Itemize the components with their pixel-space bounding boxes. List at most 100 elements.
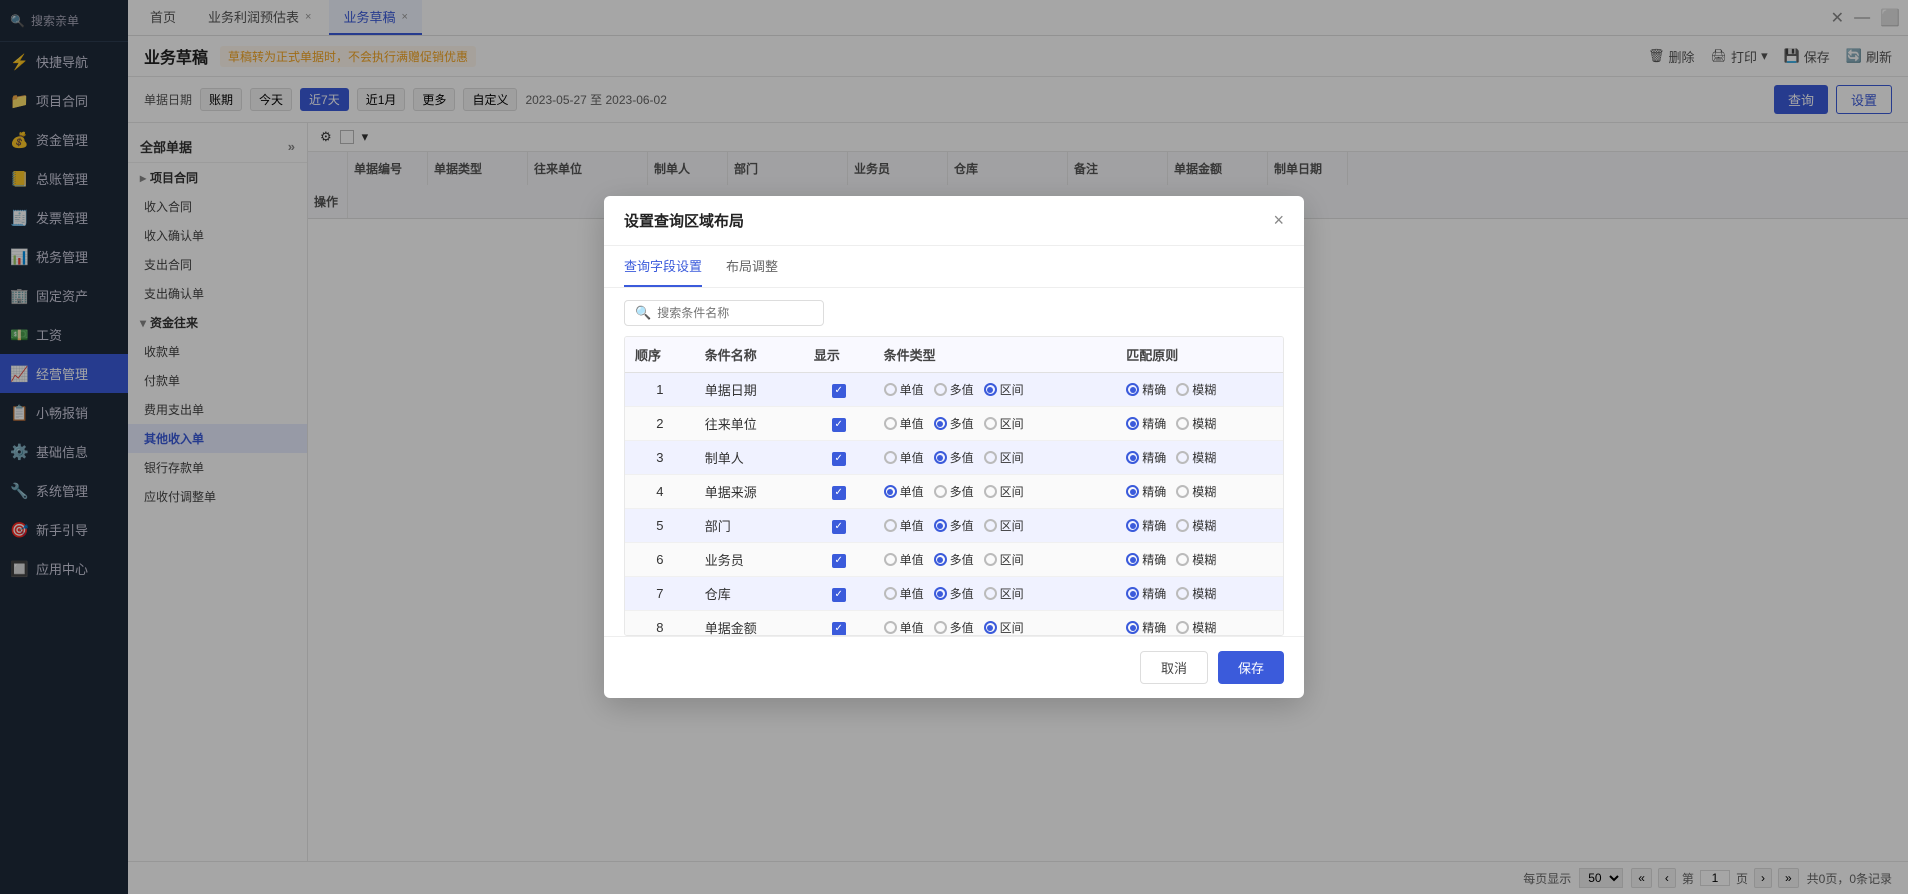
checkbox-icon[interactable] <box>832 554 846 568</box>
row-display-checkbox[interactable] <box>804 441 874 475</box>
radio-circle-icon <box>934 417 947 430</box>
radio-multi[interactable]: 多值 <box>934 449 974 466</box>
radio-circle-icon <box>934 451 947 464</box>
radio-match-exact[interactable]: 精确 <box>1126 381 1166 398</box>
radio-single[interactable]: 单值 <box>884 483 924 500</box>
radio-label: 模糊 <box>1192 483 1216 500</box>
radio-circle-icon <box>884 417 897 430</box>
row-match-rule: 精确模糊 <box>1116 543 1283 577</box>
radio-label: 多值 <box>950 449 974 466</box>
checkbox-icon[interactable] <box>832 588 846 602</box>
radio-range[interactable]: 区间 <box>984 619 1024 636</box>
radio-circle-icon <box>1126 553 1139 566</box>
radio-match-exact[interactable]: 精确 <box>1126 483 1166 500</box>
cancel-button[interactable]: 取消 <box>1140 651 1208 684</box>
radio-label: 模糊 <box>1192 415 1216 432</box>
radio-range[interactable]: 区间 <box>984 517 1024 534</box>
dialog-tab-layout[interactable]: 布局调整 <box>726 246 778 287</box>
row-display-checkbox[interactable] <box>804 407 874 441</box>
radio-range[interactable]: 区间 <box>984 381 1024 398</box>
radio-circle-icon <box>1126 485 1139 498</box>
dialog-tabs: 查询字段设置 布局调整 <box>604 246 1304 288</box>
radio-match-fuzzy[interactable]: 模糊 <box>1176 381 1216 398</box>
radio-range[interactable]: 区间 <box>984 449 1024 466</box>
radio-circle-icon <box>934 553 947 566</box>
row-order: 5 <box>625 509 695 543</box>
row-condition-name: 单据金额 <box>695 611 804 637</box>
radio-range[interactable]: 区间 <box>984 483 1024 500</box>
radio-single[interactable]: 单值 <box>884 585 924 602</box>
radio-circle-icon <box>1176 519 1189 532</box>
row-display-checkbox[interactable] <box>804 611 874 637</box>
radio-match-fuzzy[interactable]: 模糊 <box>1176 483 1216 500</box>
checkbox-icon[interactable] <box>832 418 846 432</box>
radio-label: 区间 <box>1000 381 1024 398</box>
radio-match-fuzzy[interactable]: 模糊 <box>1176 415 1216 432</box>
dialog-search-input[interactable] <box>657 306 807 320</box>
radio-multi[interactable]: 多值 <box>934 517 974 534</box>
checkbox-icon[interactable] <box>832 384 846 398</box>
radio-single[interactable]: 单值 <box>884 381 924 398</box>
radio-match-exact[interactable]: 精确 <box>1126 517 1166 534</box>
row-display-checkbox[interactable] <box>804 509 874 543</box>
radio-label: 区间 <box>1000 483 1024 500</box>
row-order: 4 <box>625 475 695 509</box>
radio-single[interactable]: 单值 <box>884 415 924 432</box>
radio-match-fuzzy[interactable]: 模糊 <box>1176 449 1216 466</box>
row-display-checkbox[interactable] <box>804 577 874 611</box>
radio-multi[interactable]: 多值 <box>934 551 974 568</box>
radio-label: 模糊 <box>1192 449 1216 466</box>
dialog-header: 设置查询区域布局 × <box>604 196 1304 246</box>
save-button[interactable]: 保存 <box>1218 651 1284 684</box>
radio-circle-icon <box>1126 621 1139 634</box>
dialog-close-btn[interactable]: × <box>1273 210 1284 231</box>
radio-circle-icon <box>984 519 997 532</box>
row-order: 8 <box>625 611 695 637</box>
row-match-rule: 精确模糊 <box>1116 611 1283 637</box>
radio-match-fuzzy[interactable]: 模糊 <box>1176 551 1216 568</box>
radio-circle-icon <box>1126 519 1139 532</box>
radio-circle-icon <box>984 417 997 430</box>
radio-multi[interactable]: 多值 <box>934 619 974 636</box>
checkbox-icon[interactable] <box>832 452 846 466</box>
radio-single[interactable]: 单值 <box>884 619 924 636</box>
radio-label: 精确 <box>1142 415 1166 432</box>
radio-range[interactable]: 区间 <box>984 415 1024 432</box>
radio-multi[interactable]: 多值 <box>934 415 974 432</box>
radio-circle-icon <box>1176 485 1189 498</box>
row-order: 6 <box>625 543 695 577</box>
radio-single[interactable]: 单值 <box>884 551 924 568</box>
row-condition-type: 单值 多值区间 <box>874 509 1117 543</box>
radio-multi[interactable]: 多值 <box>934 483 974 500</box>
radio-single[interactable]: 单值 <box>884 517 924 534</box>
radio-multi[interactable]: 多值 <box>934 585 974 602</box>
radio-range[interactable]: 区间 <box>984 585 1024 602</box>
row-condition-type: 单值 多值区间 <box>874 441 1117 475</box>
radio-match-exact[interactable]: 精确 <box>1126 619 1166 636</box>
radio-circle-icon <box>934 587 947 600</box>
radio-match-fuzzy[interactable]: 模糊 <box>1176 585 1216 602</box>
radio-match-fuzzy[interactable]: 模糊 <box>1176 517 1216 534</box>
checkbox-icon[interactable] <box>832 486 846 500</box>
radio-match-exact[interactable]: 精确 <box>1126 449 1166 466</box>
radio-match-exact[interactable]: 精确 <box>1126 551 1166 568</box>
radio-multi[interactable]: 多值 <box>934 381 974 398</box>
radio-label: 模糊 <box>1192 381 1216 398</box>
radio-circle-icon <box>934 621 947 634</box>
radio-range[interactable]: 区间 <box>984 551 1024 568</box>
dialog-table-wrapper: 顺序 条件名称 显示 条件类型 匹配原则 1单据日期单值多值区间精确模糊2往来单… <box>624 336 1284 636</box>
radio-circle-icon <box>984 621 997 634</box>
row-display-checkbox[interactable] <box>804 373 874 407</box>
radio-label: 多值 <box>950 517 974 534</box>
radio-single[interactable]: 单值 <box>884 449 924 466</box>
radio-circle-icon <box>1126 383 1139 396</box>
radio-match-fuzzy[interactable]: 模糊 <box>1176 619 1216 636</box>
row-display-checkbox[interactable] <box>804 475 874 509</box>
radio-match-exact[interactable]: 精确 <box>1126 585 1166 602</box>
row-display-checkbox[interactable] <box>804 543 874 577</box>
checkbox-icon[interactable] <box>832 520 846 534</box>
radio-match-exact[interactable]: 精确 <box>1126 415 1166 432</box>
dialog-tab-field-settings[interactable]: 查询字段设置 <box>624 246 702 287</box>
radio-label: 精确 <box>1142 449 1166 466</box>
checkbox-icon[interactable] <box>832 622 846 636</box>
